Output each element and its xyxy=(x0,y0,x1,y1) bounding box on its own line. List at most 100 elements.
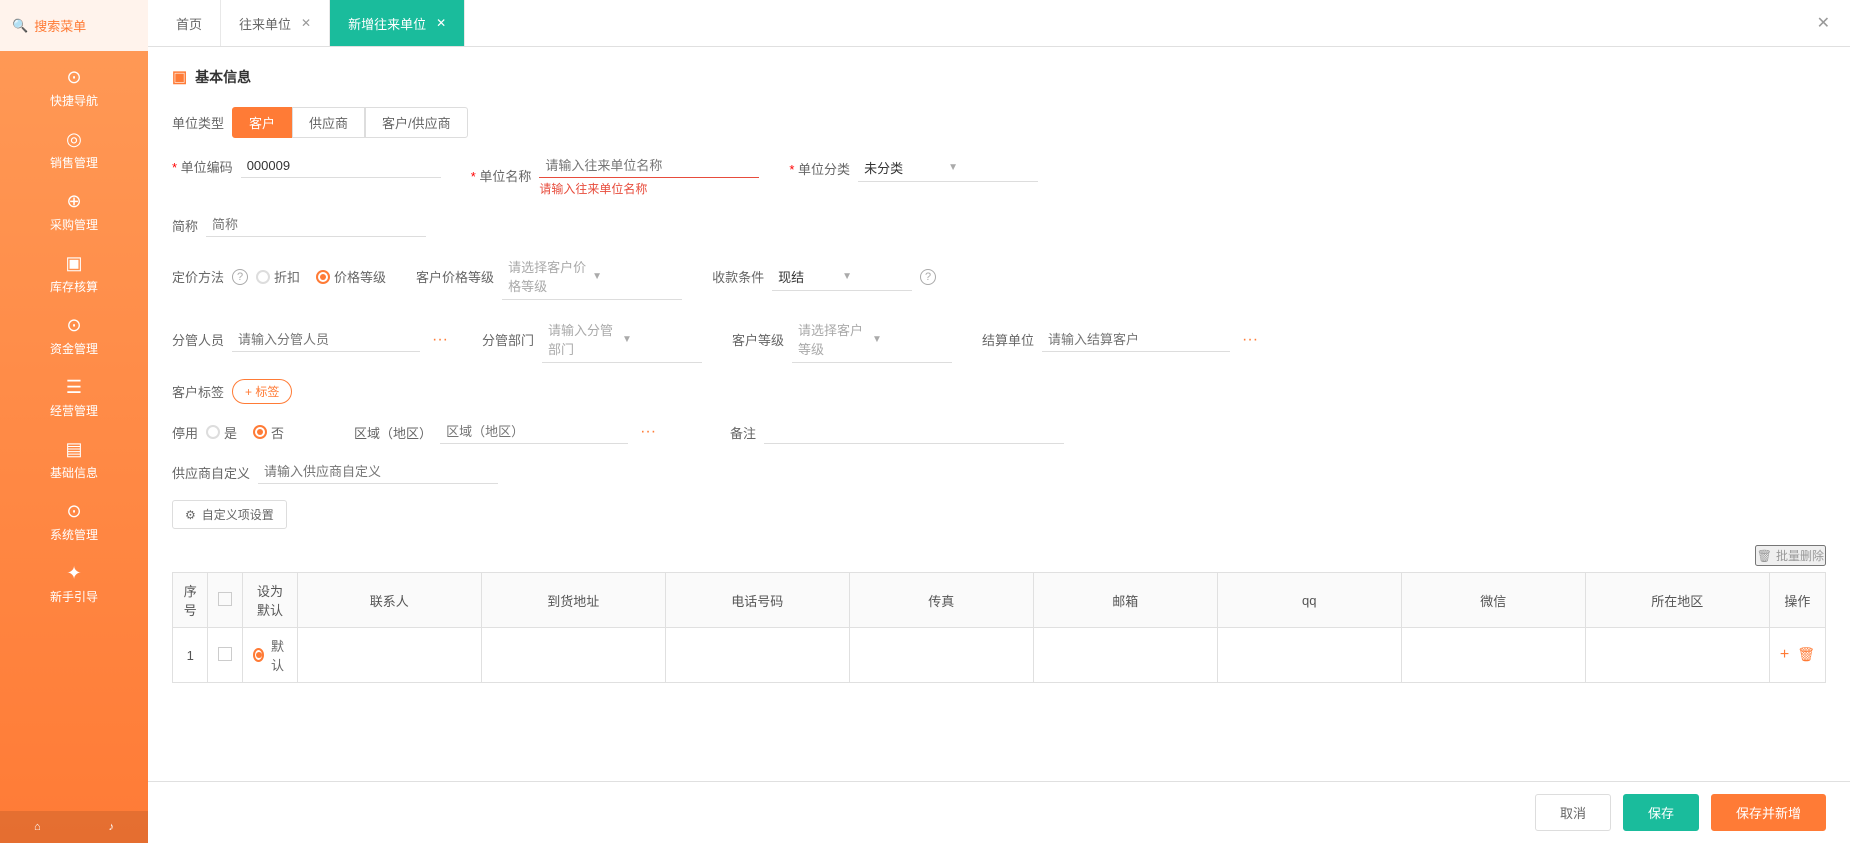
pricing-help-icon[interactable]: ? xyxy=(232,269,248,285)
disable-field: 停用 是 否 xyxy=(172,423,284,442)
pricing-discount-label: 折扣 xyxy=(274,267,300,286)
phone-input[interactable] xyxy=(676,644,839,667)
table-cell-fax[interactable] xyxy=(849,628,1033,683)
disable-label: 停用 xyxy=(172,423,198,442)
row-checkbox[interactable] xyxy=(218,647,232,661)
basic-info-label: 基础信息 xyxy=(50,464,98,481)
unit-type-both-button[interactable]: 客户/供应商 xyxy=(365,107,468,138)
contact-input[interactable] xyxy=(308,644,471,667)
cancel-button[interactable]: 取消 xyxy=(1535,794,1611,831)
disable-no-radio[interactable]: 否 xyxy=(253,423,284,442)
save-and-new-button[interactable]: 保存并新增 xyxy=(1711,794,1826,831)
save-button[interactable]: 保存 xyxy=(1623,794,1699,831)
custom-settings-button[interactable]: ⚙ 自定义项设置 xyxy=(172,500,287,529)
default-radio[interactable]: 默认 xyxy=(253,636,286,674)
music-bottom[interactable]: ♪ xyxy=(109,821,115,833)
unit-code-input[interactable] xyxy=(241,154,441,178)
manager-dots-button[interactable]: ··· xyxy=(428,331,452,349)
home-bottom[interactable]: ⌂ xyxy=(34,821,41,833)
abbreviation-input[interactable] xyxy=(206,213,426,237)
bottom-bar: 取消 保存 保存并新增 xyxy=(148,781,1850,843)
sidebar-item-new-guide[interactable]: ✦新手引导 xyxy=(0,553,148,615)
region-label: 区域（地区） xyxy=(354,423,432,442)
delete-row-button[interactable]: 🗑 xyxy=(1797,646,1815,664)
tab-home[interactable]: 首页 xyxy=(158,0,221,46)
supplier-custom-label: 供应商自定义 xyxy=(172,463,250,482)
unit-type-supplier-button[interactable]: 供应商 xyxy=(292,107,365,138)
department-placeholder: 请输入分管部门 xyxy=(548,320,622,358)
table-cell-contact[interactable] xyxy=(297,628,481,683)
region-table-input[interactable] xyxy=(1596,644,1759,667)
table-cell-default: 默认 xyxy=(243,628,297,683)
sidebar-item-system[interactable]: ⊙系统管理 xyxy=(0,491,148,553)
search-menu-button[interactable]: 🔍 搜索菜单 xyxy=(0,10,148,41)
add-tag-button[interactable]: + 标签 xyxy=(232,379,292,404)
unit-category-select[interactable]: 未分类 ▼ xyxy=(858,154,1038,182)
table-cell-qq[interactable] xyxy=(1217,628,1401,683)
inventory-label: 库存核算 xyxy=(50,278,98,295)
sidebar-nav: ⊙快捷导航◎销售管理⊕采购管理▣库存核算⊙资金管理☰经营管理▤基础信息⊙系统管理… xyxy=(0,51,148,615)
table-row: 1 默认 xyxy=(173,628,1826,683)
manager-label: 分管人员 xyxy=(172,330,224,349)
disable-yes-radio[interactable]: 是 xyxy=(206,423,237,442)
add-row-button[interactable]: + xyxy=(1780,646,1789,664)
settlement-unit-dots-button[interactable]: ··· xyxy=(1238,331,1262,349)
payment-terms-help-icon[interactable]: ? xyxy=(920,269,936,285)
sidebar-item-inventory[interactable]: ▣库存核算 xyxy=(0,243,148,305)
fax-input[interactable] xyxy=(860,644,1023,667)
sidebar-item-basic-info[interactable]: ▤基础信息 xyxy=(0,429,148,491)
unit-category-arrow-icon: ▼ xyxy=(948,162,1032,173)
close-all-tabs-button[interactable]: ✕ xyxy=(1807,13,1840,33)
tab-new-partner-close-icon[interactable]: ✕ xyxy=(436,16,446,30)
disable-no-label: 否 xyxy=(271,423,284,442)
customer-price-level-select[interactable]: 请选择客户价格等级 ▼ xyxy=(502,253,682,300)
table-cell-region[interactable] xyxy=(1585,628,1769,683)
sidebar-item-sales[interactable]: ◎销售管理 xyxy=(0,119,148,181)
operations-label: 经营管理 xyxy=(50,402,98,419)
department-select[interactable]: 请输入分管部门 ▼ xyxy=(542,316,702,363)
unit-type-customer-button[interactable]: 客户 xyxy=(232,107,292,138)
header-checkbox[interactable] xyxy=(218,592,232,606)
sidebar-item-finance[interactable]: ⊙资金管理 xyxy=(0,305,148,367)
email-input[interactable] xyxy=(1044,644,1207,667)
table-toolbar: 🗑 批量删除 xyxy=(172,545,1826,566)
pricing-discount-radio[interactable]: 折扣 xyxy=(256,267,300,286)
payment-terms-field: 收款条件 现结 ▼ ? xyxy=(712,263,936,291)
customer-price-level-placeholder: 请选择客户价格等级 xyxy=(508,257,592,295)
sidebar-item-purchase[interactable]: ⊕采购管理 xyxy=(0,181,148,243)
remark-input[interactable] xyxy=(764,420,1064,444)
settlement-unit-input[interactable] xyxy=(1042,328,1230,352)
region-input[interactable] xyxy=(440,420,628,444)
remark-label: 备注 xyxy=(730,423,756,442)
contact-table: 序号设为默认联系人到货地址电话号码传真邮箱qq微信所在地区操作 1 默认 xyxy=(172,572,1826,683)
unit-type-field: 单位类型 客户供应商客户/供应商 xyxy=(172,107,468,138)
unit-name-input[interactable] xyxy=(539,154,759,178)
table-cell-phone[interactable] xyxy=(665,628,849,683)
table-cell-wechat[interactable] xyxy=(1401,628,1585,683)
manager-input[interactable] xyxy=(232,328,420,352)
finance-label: 资金管理 xyxy=(50,340,98,357)
region-dots-button[interactable]: ··· xyxy=(636,423,660,441)
sidebar-item-quick-nav[interactable]: ⊙快捷导航 xyxy=(0,57,148,119)
payment-terms-select[interactable]: 现结 ▼ xyxy=(772,263,912,291)
batch-delete-button[interactable]: 🗑 批量删除 xyxy=(1755,545,1826,566)
table-cell-address[interactable] xyxy=(481,628,665,683)
disable-region-remark-row: 停用 是 否 区域（地区） ··· 备注 xyxy=(172,420,1826,444)
address-input[interactable] xyxy=(492,644,655,667)
customer-tag-field: 客户标签 + 标签 xyxy=(172,379,292,404)
tab-partners-close-icon[interactable]: ✕ xyxy=(301,16,311,30)
wechat-input[interactable] xyxy=(1412,644,1575,667)
supplier-custom-input[interactable] xyxy=(258,460,498,484)
qq-input[interactable] xyxy=(1228,644,1391,667)
table-cell-checkbox[interactable] xyxy=(208,628,243,683)
system-label: 系统管理 xyxy=(50,526,98,543)
customer-level-select[interactable]: 请选择客户等级 ▼ xyxy=(792,316,952,363)
tab-partners[interactable]: 往来单位✕ xyxy=(221,0,330,46)
region-field: 区域（地区） ··· xyxy=(354,420,660,444)
table-header-6: 传真 xyxy=(849,573,1033,628)
sidebar-search-area[interactable]: 🔍 搜索菜单 xyxy=(0,0,148,51)
tab-new-partner[interactable]: 新增往来单位✕ xyxy=(330,0,465,46)
table-cell-email[interactable] xyxy=(1033,628,1217,683)
pricing-level-radio[interactable]: 价格等级 xyxy=(316,267,386,286)
sidebar-item-operations[interactable]: ☰经营管理 xyxy=(0,367,148,429)
